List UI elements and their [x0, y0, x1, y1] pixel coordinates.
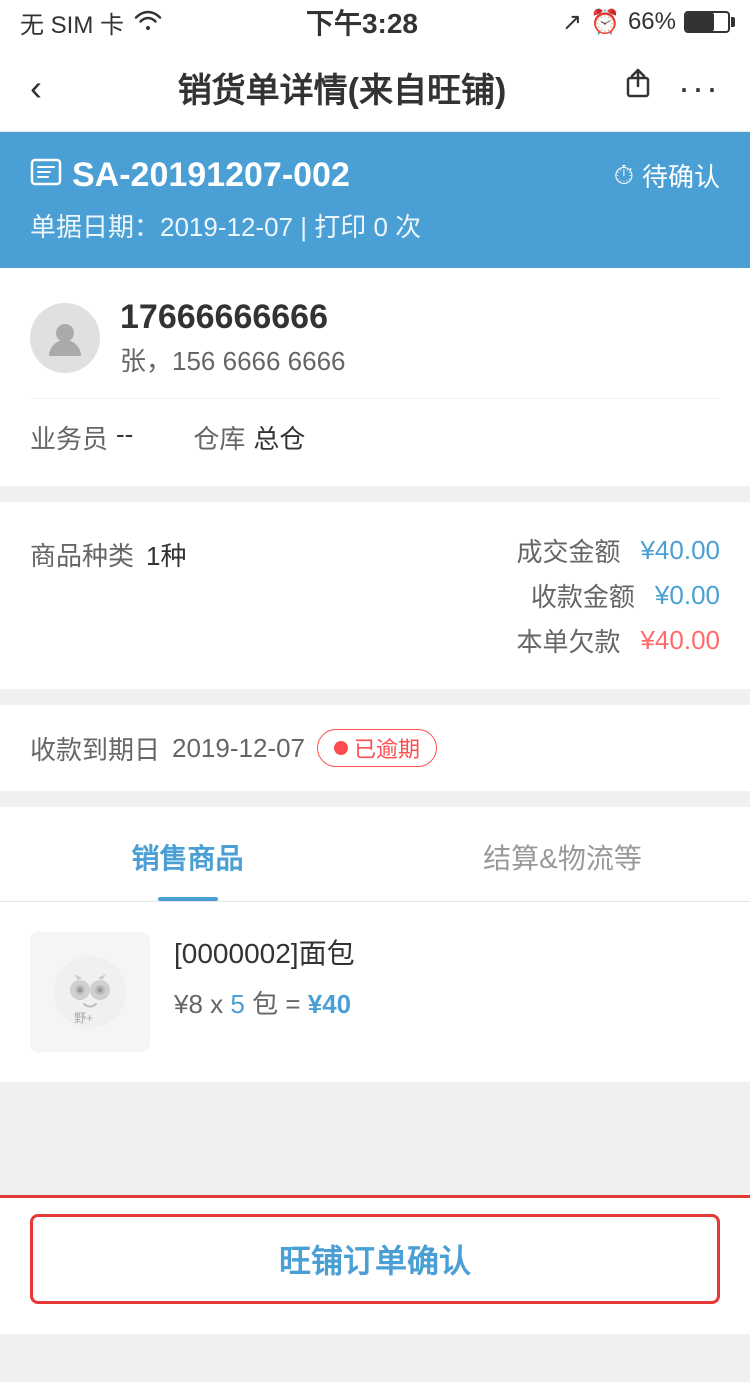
amount-label-2: 本单欠款 — [516, 622, 620, 659]
battery-icon — [684, 11, 730, 33]
location-icon: ↗ — [562, 8, 582, 37]
customer-section: 17666666666 张，156 6666 6666 业务员 -- 仓库 总仓 — [0, 268, 750, 486]
customer-phone: 17666666666 — [120, 298, 346, 337]
due-label: 收款到期日 — [30, 730, 160, 767]
divider — [30, 398, 720, 399]
alarm-icon: ⏰ — [590, 8, 620, 37]
status-right: ↗ ⏰ 66% — [562, 8, 730, 37]
warehouse-label: 仓库 — [193, 419, 245, 456]
header-top: SA-20191207-002 ⏱ 待确认 — [30, 156, 720, 195]
svg-text:野+: 野+ — [74, 1011, 93, 1025]
amount-value-1: ¥0.00 — [655, 580, 720, 611]
table-row: 野+ [0000002]面包 ¥8 x 5 包 = ¥40 — [30, 932, 720, 1052]
unit-price: ¥8 — [174, 989, 203, 1019]
order-id: SA-20191207-002 — [30, 156, 350, 195]
product-price: ¥8 x 5 包 = ¥40 — [174, 984, 720, 1021]
status-left: 无 SIM 卡 — [20, 5, 162, 40]
summary-right: 成交金额 ¥40.00 收款金额 ¥0.00 本单欠款 ¥40.00 — [516, 532, 720, 659]
wifi-icon — [134, 8, 162, 37]
due-section: 收款到期日 2019-12-07 已逾期 — [0, 705, 750, 791]
more-icon[interactable]: ··· — [678, 67, 720, 109]
customer-info: 17666666666 张，156 6666 6666 — [120, 298, 346, 378]
product-list: 野+ [0000002]面包 ¥8 x 5 包 = ¥40 — [0, 902, 750, 1082]
header-card: SA-20191207-002 ⏱ 待确认 单据日期：2019-12-07 | … — [0, 132, 750, 268]
tabs-section: 销售商品 结算&物流等 — [0, 807, 750, 1082]
share-icon[interactable] — [622, 68, 654, 108]
order-meta: 单据日期：2019-12-07 | 打印 0 次 — [30, 207, 720, 244]
customer-name: 张，156 6666 6666 — [120, 341, 346, 378]
amount-row-2: 本单欠款 ¥40.00 — [516, 622, 720, 659]
product-info: [0000002]面包 ¥8 x 5 包 = ¥40 — [174, 932, 720, 1021]
summary-section: 商品种类 1种 成交金额 ¥40.00 收款金额 ¥0.00 本单欠款 ¥40.… — [0, 502, 750, 689]
due-date: 2019-12-07 — [172, 733, 305, 764]
salesperson-label: 业务员 — [30, 419, 108, 456]
customer-top: 17666666666 张，156 6666 6666 — [30, 298, 720, 378]
back-button[interactable]: ‹ — [30, 67, 62, 109]
warehouse-value: 总仓 — [253, 419, 305, 456]
nav-bar: ‹ 销货单详情(来自旺铺) ··· — [0, 44, 750, 132]
amount-row-1: 收款金额 ¥0.00 — [531, 577, 720, 614]
summary-left: 商品种类 1种 — [30, 532, 486, 659]
salesperson-field: 业务员 -- — [30, 419, 133, 456]
customer-meta: 业务员 -- 仓库 总仓 — [30, 419, 720, 456]
category-count: 1种 — [146, 536, 186, 573]
salesperson-value: -- — [116, 419, 133, 456]
status-bar: 无 SIM 卡 下午3:28 ↗ ⏰ 66% — [0, 0, 750, 44]
product-name: [0000002]面包 — [174, 932, 720, 972]
overdue-text: 已逾期 — [354, 732, 420, 764]
order-status-badge: ⏱ 待确认 — [614, 157, 720, 194]
amount-label-1: 收款金额 — [531, 577, 635, 614]
tab-sales[interactable]: 销售商品 — [0, 807, 375, 901]
amount-label-0: 成交金额 — [516, 532, 620, 569]
footer: 旺铺订单确认 — [0, 1195, 750, 1334]
status-time: 下午3:28 — [306, 2, 418, 42]
nav-actions: ··· — [622, 67, 720, 109]
amount-value-0: ¥40.00 — [640, 535, 720, 566]
overdue-dot-icon — [334, 741, 348, 755]
order-id-icon — [30, 156, 62, 195]
carrier-text: 无 SIM 卡 — [20, 5, 124, 40]
product-total: ¥40 — [308, 989, 351, 1019]
product-unit: 包 — [252, 989, 278, 1019]
confirm-order-button[interactable]: 旺铺订单确认 — [30, 1214, 720, 1304]
overdue-badge: 已逾期 — [317, 729, 437, 767]
product-qty: 5 — [230, 989, 244, 1019]
tabs-header: 销售商品 结算&物流等 — [0, 807, 750, 902]
avatar — [30, 303, 100, 373]
page-title: 销货单详情(来自旺铺) — [62, 63, 622, 112]
warehouse-field: 仓库 总仓 — [193, 419, 305, 456]
amount-row-0: 成交金额 ¥40.00 — [516, 532, 720, 569]
clock-icon: ⏱ — [614, 160, 634, 192]
battery-percent: 66% — [628, 8, 676, 36]
tab-settlement[interactable]: 结算&物流等 — [375, 807, 750, 901]
amount-value-2: ¥40.00 — [640, 625, 720, 656]
product-thumbnail: 野+ — [30, 932, 150, 1052]
category-label: 商品种类 — [30, 536, 134, 573]
product-thumb-inner: 野+ — [50, 952, 130, 1032]
